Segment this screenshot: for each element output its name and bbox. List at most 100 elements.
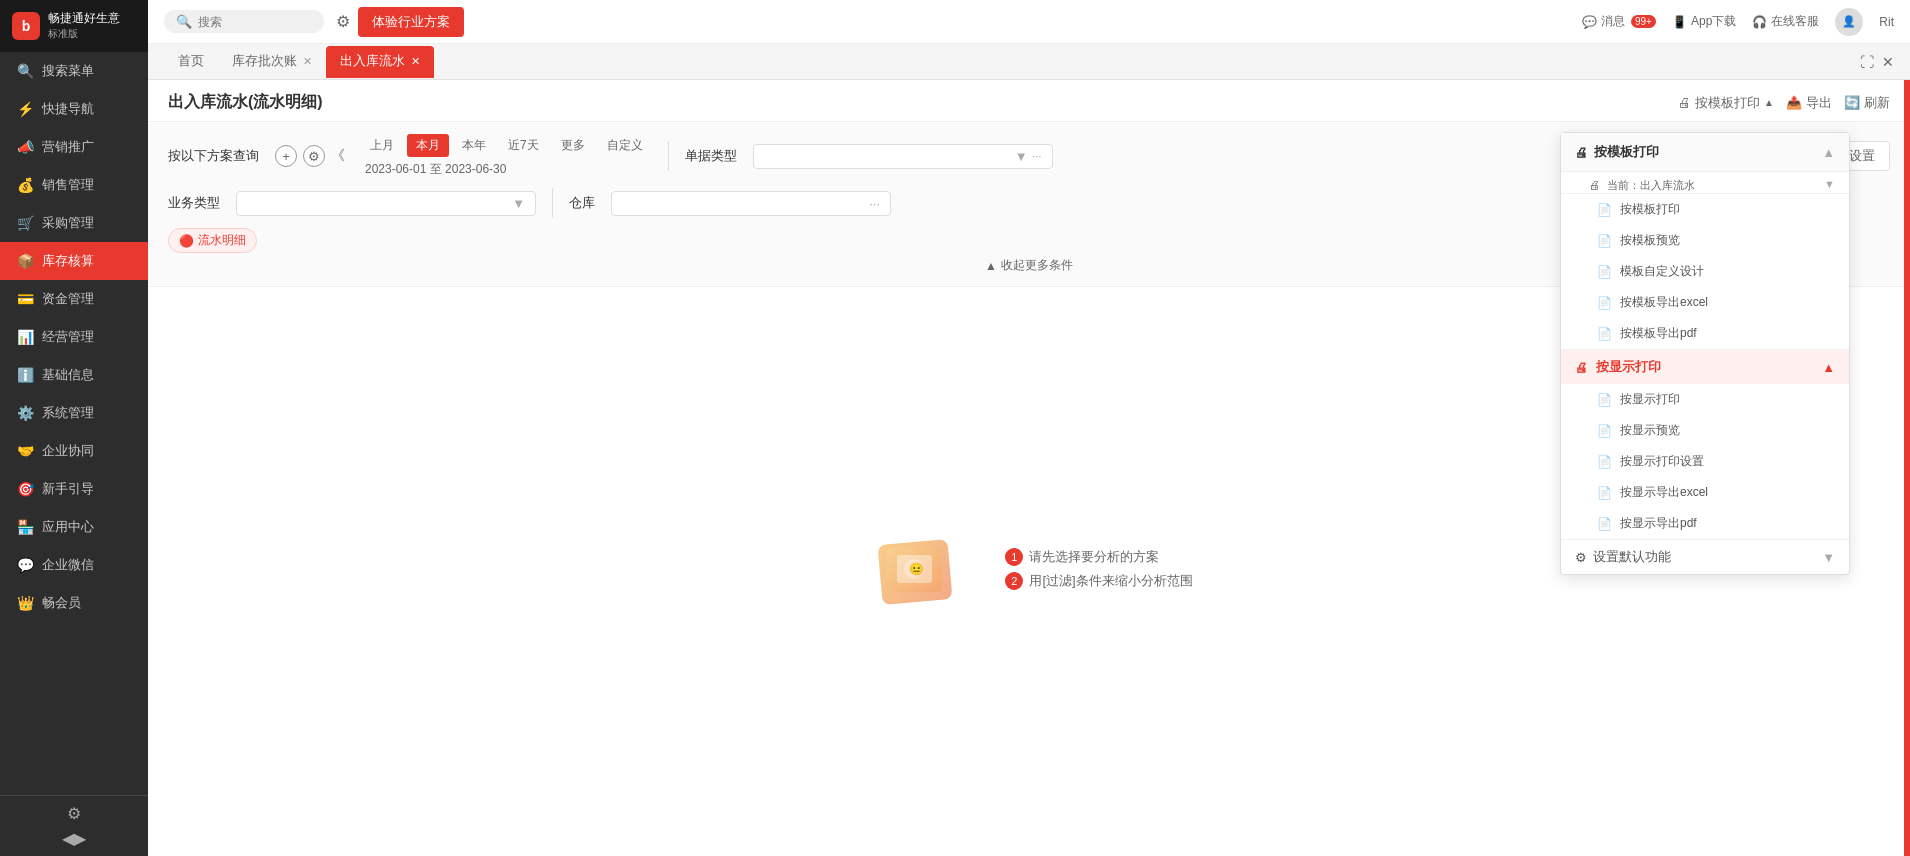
sidebar-item-系统管理[interactable]: ⚙️系统管理 — [0, 394, 148, 432]
sidebar-item-基础信息[interactable]: ℹ️基础信息 — [0, 356, 148, 394]
display-item-按显示导出pdf[interactable]: 📄按显示导出pdf — [1561, 508, 1849, 539]
dropdown-collapse-icon[interactable]: ▲ — [1822, 145, 1835, 160]
sidebar-item-经营管理[interactable]: 📊经营管理 — [0, 318, 148, 356]
date-tab-本月[interactable]: 本月 — [407, 134, 449, 157]
sidebar-item-快捷导航[interactable]: ⚡快捷导航 — [0, 90, 148, 128]
nav-label: 库存核算 — [42, 252, 94, 270]
tab-close-icon[interactable]: ✕ — [1882, 54, 1894, 70]
sidebar-item-新手引导[interactable]: 🎯新手引导 — [0, 470, 148, 508]
sidebar-item-企业协同[interactable]: 🤝企业协同 — [0, 432, 148, 470]
print-icon: 🖨 — [1678, 95, 1691, 110]
display-item-按显示预览[interactable]: 📄按显示预览 — [1561, 415, 1849, 446]
doc-type-more-icon[interactable]: ··· — [1032, 149, 1042, 163]
search-icon: 🔍 — [176, 14, 192, 29]
nav-icon: 💬 — [16, 557, 34, 573]
sidebar-bottom-collapse[interactable]: ◀▶ — [62, 829, 86, 848]
sidebar-item-库存核算[interactable]: 📦 库存核算 — [0, 242, 148, 280]
dropdown-footer[interactable]: ⚙ 设置默认功能 ▼ — [1561, 540, 1849, 574]
date-tab-本年[interactable]: 本年 — [453, 134, 495, 157]
empty-hint-1: 1 请先选择要分析的方案 — [1005, 548, 1192, 566]
biz-type-select[interactable]: ▼ — [236, 191, 536, 216]
date-tab-上月[interactable]: 上月 — [361, 134, 403, 157]
message-btn[interactable]: 💬 消息 99+ — [1582, 13, 1656, 30]
nav-label: 新手引导 — [42, 480, 94, 498]
message-badge: 99+ — [1631, 15, 1656, 28]
sidebar-item-采购管理[interactable]: 🛒 采购管理 — [0, 204, 148, 242]
tab-label: 出入库流水 — [340, 53, 405, 68]
sidebar-item-畅会员[interactable]: 👑畅会员 — [0, 584, 148, 622]
doc-type-select[interactable]: ▼ ··· — [753, 144, 1053, 169]
nav-icon: 💳 — [16, 291, 34, 307]
tab-库存批次账[interactable]: 库存批次账✕ — [218, 46, 326, 78]
resize-handle[interactable] — [1904, 80, 1910, 856]
date-tab-更多[interactable]: 更多 — [552, 134, 594, 157]
search-input[interactable] — [198, 15, 298, 29]
message-icon: 💬 — [1582, 15, 1597, 29]
dropdown-template-section: 📄按模板打印📄按模板预览📄模板自定义设计📄按模板导出excel📄按模板导出pdf — [1561, 194, 1849, 350]
dropdown-title: 🖨 按模板打印 — [1575, 143, 1659, 161]
tab-close-btn[interactable]: ✕ — [411, 55, 420, 67]
sidebar-item-销售管理[interactable]: 💰销售管理 — [0, 166, 148, 204]
display-item-icon: 📄 — [1597, 455, 1612, 469]
industry-btn[interactable]: 体验行业方案 — [358, 7, 464, 37]
template-item-icon: 📄 — [1597, 327, 1612, 341]
template-item-按模板打印[interactable]: 📄按模板打印 — [1561, 194, 1849, 225]
template-item-模板自定义设计[interactable]: 📄模板自定义设计 — [1561, 256, 1849, 287]
nav-icon: 🔍 — [16, 63, 34, 79]
export-btn[interactable]: 📤 导出 — [1786, 94, 1832, 112]
nav-icon: ⚡ — [16, 101, 34, 117]
template-item-按模板导出pdf[interactable]: 📄按模板导出pdf — [1561, 318, 1849, 349]
template-item-按模板导出excel[interactable]: 📄按模板导出excel — [1561, 287, 1849, 318]
nav-label: 企业协同 — [42, 442, 94, 460]
display-section-arrow-icon: ▲ — [1822, 360, 1835, 375]
filter-tag-liushui[interactable]: 🔴 流水明细 — [168, 228, 257, 253]
display-item-icon: 📄 — [1597, 517, 1612, 531]
nav-label: 采购管理 — [42, 214, 94, 232]
app-download-btn[interactable]: 📱 App下载 — [1672, 13, 1736, 30]
display-item-按显示导出excel[interactable]: 📄按显示导出excel — [1561, 477, 1849, 508]
sidebar-bottom-gear[interactable]: ⚙ — [67, 804, 81, 823]
date-tab-近7天[interactable]: 近7天 — [499, 134, 548, 157]
sidebar-item-应用中心[interactable]: 🏪应用中心 — [0, 508, 148, 546]
display-item-icon: 📄 — [1597, 424, 1612, 438]
online-service-btn[interactable]: 🎧 在线客服 — [1752, 13, 1819, 30]
tab-maximize-icon[interactable]: ⛶ — [1860, 54, 1874, 70]
tab-出入库流水[interactable]: 出入库流水 ✕ — [326, 46, 434, 78]
biz-type-arrow-icon: ▼ — [512, 196, 525, 211]
topbar: 🔍 ⚙ 体验行业方案 💬 消息 99+ 📱 App下载 🎧 在线客服 👤 — [148, 0, 1910, 44]
topbar-search-box[interactable]: 🔍 — [164, 10, 324, 33]
refresh-btn[interactable]: 🔄 刷新 — [1844, 94, 1890, 112]
sidebar-item-搜索菜单[interactable]: 🔍搜索菜单 — [0, 52, 148, 90]
display-item-按显示打印设置[interactable]: 📄按显示打印设置 — [1561, 446, 1849, 477]
tabs-bar: 首页库存批次账✕ 出入库流水 ✕ ⛶ ✕ — [148, 44, 1910, 80]
tab-首页[interactable]: 首页 — [164, 46, 218, 78]
avatar-text: 👤 — [1842, 15, 1856, 28]
warehouse-select[interactable]: ··· — [611, 191, 891, 216]
app-name: 畅捷通好生意 — [48, 11, 120, 27]
nav-label: 基础信息 — [42, 366, 94, 384]
settings-gear-icon[interactable]: ⚙ — [336, 12, 350, 31]
display-item-按显示打印[interactable]: 📄按显示打印 — [1561, 384, 1849, 415]
date-filter: 上月本月本年近7天更多自定义 2023-06-01 至 2023-06-30 — [361, 134, 652, 178]
sidebar-item-企业微信[interactable]: 💬企业微信 — [0, 546, 148, 584]
template-item-按模板预览[interactable]: 📄按模板预览 — [1561, 225, 1849, 256]
nav-icon: ⚙️ — [16, 405, 34, 421]
filter-settings-btn[interactable]: ⚙ — [303, 145, 325, 167]
add-filter-btn[interactable]: + — [275, 145, 297, 167]
display-print-section-header[interactable]: 🖨 按显示打印 ▲ — [1561, 350, 1849, 384]
nav-label: 营销推广 — [42, 138, 94, 156]
nav-icon: 📦 — [16, 253, 34, 269]
sidebar-item-资金管理[interactable]: 💳资金管理 — [0, 280, 148, 318]
date-tab-自定义[interactable]: 自定义 — [598, 134, 652, 157]
nav-icon: 📣 — [16, 139, 34, 155]
current-icon: 🖨 — [1589, 179, 1600, 191]
warehouse-label: 仓库 — [569, 194, 595, 212]
sidebar-item-营销推广[interactable]: 📣 营销推广 — [0, 128, 148, 166]
empty-illustration: 😐 — [865, 522, 965, 622]
empty-hint-2: 2 用[过滤]条件来缩小分析范围 — [1005, 572, 1192, 590]
tab-close-btn[interactable]: ✕ — [303, 55, 312, 67]
user-avatar[interactable]: 👤 — [1835, 8, 1863, 36]
print-btn[interactable]: 🖨 按模板打印 ▲ — [1678, 94, 1774, 112]
nav-icon: 🛒 — [16, 215, 34, 231]
filter-collapse-btn[interactable]: 《 — [331, 147, 345, 165]
